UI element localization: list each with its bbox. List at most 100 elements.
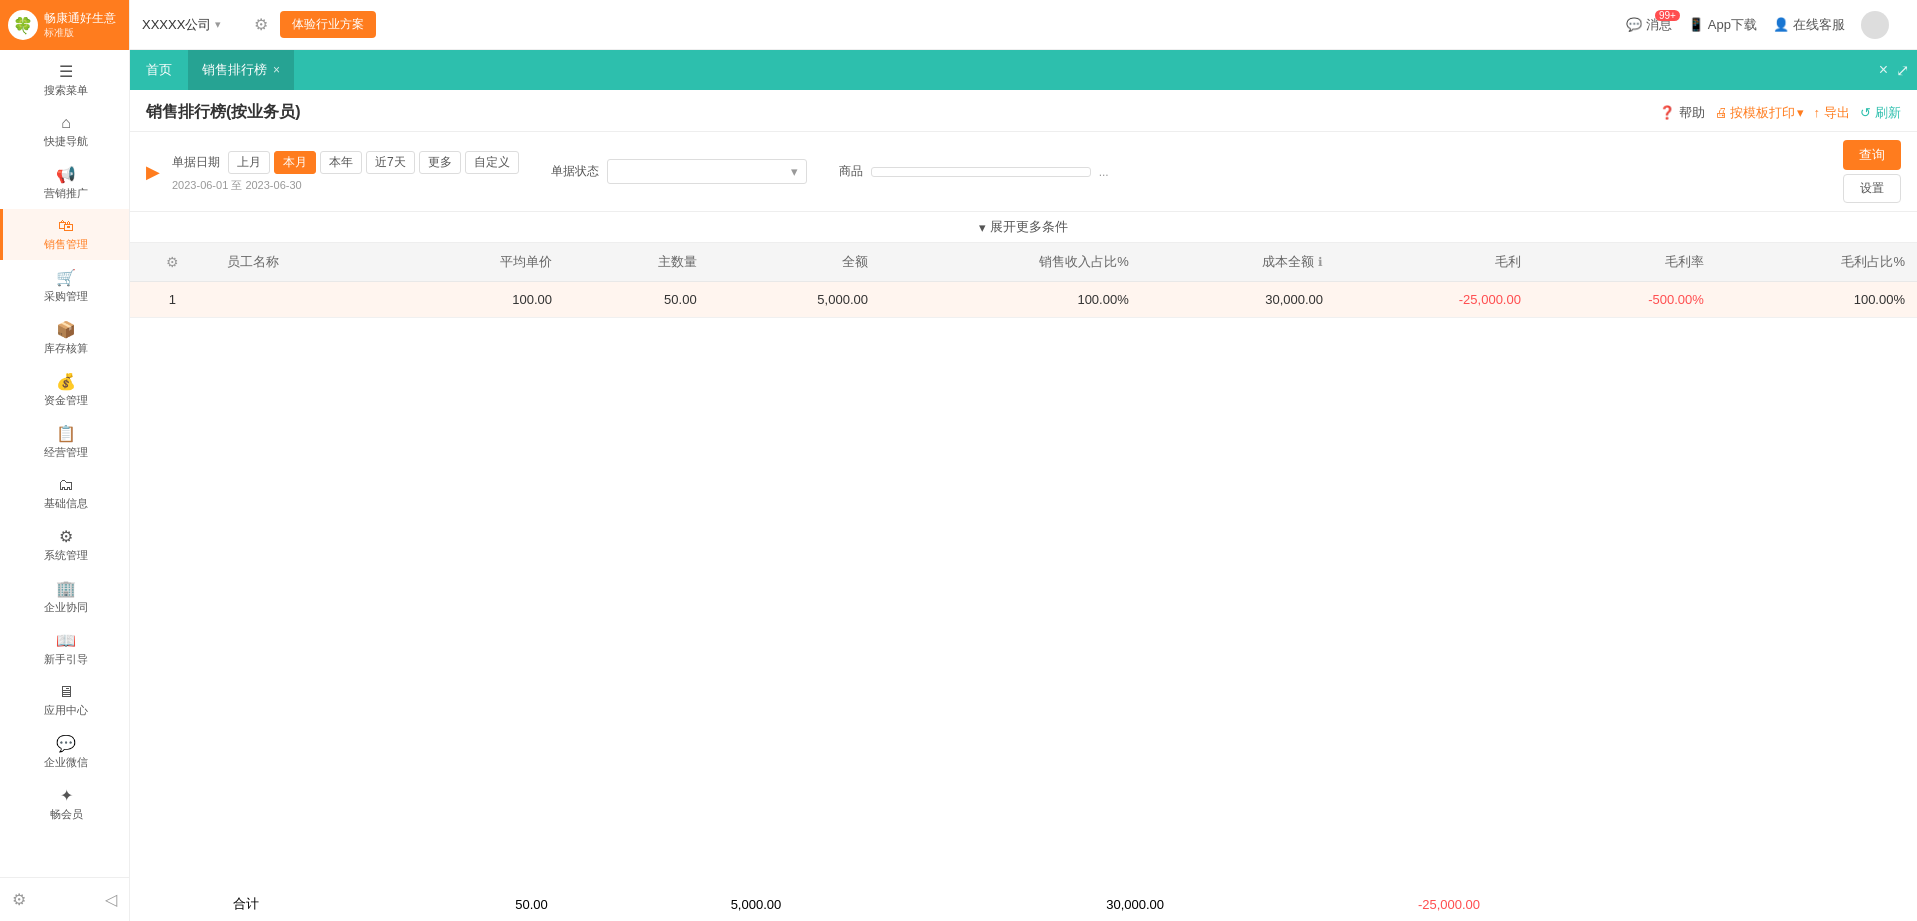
nav-icon-sales: 🛍 <box>58 217 74 235</box>
topbar-right: 💬 消息 99+ 📱 App下载 👤 在线客服 <box>1626 11 1905 39</box>
sidebar: 🍀 畅康通好生意 标准版 ☰ 搜索菜单 ⌂ 快捷导航 📢 营销推广 🛍 销售管理… <box>0 0 130 921</box>
table-scroll[interactable]: ⚙员工名称平均单价主数量全额销售收入占比%成本全额 ℹ毛利毛利率毛利占比% 11… <box>130 243 1917 887</box>
page-title: 销售排行榜(按业务员) <box>146 102 301 123</box>
sidebar-item-member[interactable]: ✦ 畅会员 <box>0 778 129 830</box>
sidebar-item-guide[interactable]: 📖 新手引导 <box>0 623 129 675</box>
export-label: 导出 <box>1824 104 1850 122</box>
col-name: 员工名称 <box>215 243 390 282</box>
sidebar-item-sales[interactable]: 🛍 销售管理 <box>0 209 129 260</box>
expand-more-button[interactable]: ▾ 展开更多条件 <box>979 218 1068 236</box>
nav-icon-guide: 📖 <box>56 631 76 650</box>
date-btn-3[interactable]: 近7天 <box>366 151 415 174</box>
company-selector[interactable]: XXXXX公司 ▾ <box>142 16 242 34</box>
page-actions: ❓ 帮助 🖨 按模板打印 ▾ ↑ 导出 ↺ 刷新 <box>1659 104 1902 122</box>
content-area: 销售排行榜(按业务员) ❓ 帮助 🖨 按模板打印 ▾ ↑ 导出 ↺ 刷新 <box>130 90 1917 921</box>
sidebar-item-enterprise[interactable]: 🏢 企业协同 <box>0 571 129 623</box>
date-range: 2023-06-01 至 2023-06-30 <box>172 178 519 193</box>
refresh-button[interactable]: ↺ 刷新 <box>1860 104 1901 122</box>
sidebar-item-marketing[interactable]: 📢 营销推广 <box>0 157 129 209</box>
arrow-icon: ▶ <box>146 161 160 183</box>
sidebar-item-finance[interactable]: 💰 资金管理 <box>0 364 129 416</box>
nav-label-enterprise: 企业协同 <box>44 600 88 615</box>
service-icon: 👤 <box>1773 17 1789 32</box>
cell-sales-pct: 100.00% <box>880 282 1141 318</box>
cell-avg-price: 100.00 <box>389 282 564 318</box>
date-label: 单据日期 <box>172 154 220 171</box>
filter-bar: ▶ 单据日期 上月本月本年近7天更多自定义 2023-06-01 至 2023-… <box>130 132 1917 212</box>
sidebar-item-quick-nav[interactable]: ⌂ 快捷导航 <box>0 106 129 157</box>
nav-icon-search: ☰ <box>59 62 73 81</box>
sidebar-item-basic-info[interactable]: 🗂 基础信息 <box>0 468 129 519</box>
table-settings-icon[interactable]: ⚙ <box>166 254 179 270</box>
footer-cell-5 <box>1003 887 1094 921</box>
more-filters-button[interactable]: ... <box>1099 165 1109 179</box>
sidebar-item-purchase[interactable]: 🛒 采购管理 <box>0 260 129 312</box>
export-icon: ↑ <box>1814 105 1821 120</box>
expand-more-bar: ▾ 展开更多条件 <box>130 212 1917 243</box>
table-header-row: ⚙员工名称平均单价主数量全额销售收入占比%成本全额 ℹ毛利毛利率毛利占比% <box>130 243 1917 282</box>
nav-icon-basic-info: 🗂 <box>58 476 74 494</box>
template-chevron-icon: ▾ <box>1797 105 1804 120</box>
help-button[interactable]: ❓ 帮助 <box>1659 104 1705 122</box>
sidebar-item-search[interactable]: ☰ 搜索菜单 <box>0 54 129 106</box>
cell-name <box>215 282 390 318</box>
goods-filter: 商品 ... <box>839 163 1109 180</box>
footer-cell-7: -25,000.00 <box>1406 887 1734 921</box>
date-btn-5[interactable]: 自定义 <box>465 151 519 174</box>
date-btn-2[interactable]: 本年 <box>320 151 362 174</box>
date-btn-4[interactable]: 更多 <box>419 151 461 174</box>
sidebar-item-app-center[interactable]: 🖥 应用中心 <box>0 675 129 726</box>
filter-actions: 查询 设置 <box>1843 140 1901 203</box>
cell-main-qty: 50.00 <box>564 282 709 318</box>
sidebar-item-wechat[interactable]: 💬 企业微信 <box>0 726 129 778</box>
sidebar-bottom: ⚙ ◁ <box>0 877 129 921</box>
footer-cell-0 <box>130 887 221 921</box>
message-badge: 99+ <box>1655 10 1680 21</box>
settings-button[interactable]: 设置 <box>1843 174 1901 203</box>
tab-home[interactable]: 首页 <box>130 50 188 90</box>
nav-label-sales: 销售管理 <box>44 237 88 252</box>
goods-input[interactable] <box>871 167 1091 177</box>
nav-label-quick-nav: 快捷导航 <box>44 134 88 149</box>
logo-sub: 标准版 <box>44 26 116 39</box>
export-button[interactable]: ↑ 导出 <box>1814 104 1851 122</box>
tab-close-icon[interactable]: × <box>273 63 280 77</box>
cell-amount: 5,000.00 <box>709 282 880 318</box>
sidebar-nav: ☰ 搜索菜单 ⌂ 快捷导航 📢 营销推广 🛍 销售管理 🛒 采购管理 📦 库存核… <box>0 50 129 877</box>
message-button[interactable]: 💬 消息 99+ <box>1626 16 1672 34</box>
app-download-button[interactable]: 📱 App下载 <box>1688 16 1757 34</box>
tab-sales-ranking[interactable]: 销售排行榜 × <box>188 50 294 90</box>
sidebar-item-operations[interactable]: 📋 经营管理 <box>0 416 129 468</box>
date-btn-0[interactable]: 上月 <box>228 151 270 174</box>
nav-label-inventory: 库存核算 <box>44 341 88 356</box>
sidebar-item-inventory[interactable]: 📦 库存核算 <box>0 312 129 364</box>
cost-help-icon: ℹ <box>1318 255 1323 269</box>
footer-cell-3: 50.00 <box>503 887 718 921</box>
window-close-icon[interactable]: × <box>1879 61 1888 79</box>
date-btn-1[interactable]: 本月 <box>274 151 316 174</box>
avatar[interactable] <box>1861 11 1889 39</box>
nav-icon-finance: 💰 <box>56 372 76 391</box>
cell-rank: 1 <box>130 282 215 318</box>
settings-icon[interactable]: ⚙ <box>8 886 30 913</box>
window-restore-icon[interactable]: ⤢ <box>1896 61 1909 80</box>
trial-button[interactable]: 体验行业方案 <box>280 11 376 38</box>
refresh-icon: ↺ <box>1860 105 1871 120</box>
online-service-button[interactable]: 👤 在线客服 <box>1773 16 1845 34</box>
nav-icon-operations: 📋 <box>56 424 76 443</box>
cell-cost: 30,000.00 <box>1141 282 1335 318</box>
nav-label-wechat: 企业微信 <box>44 755 88 770</box>
sidebar-item-system[interactable]: ⚙ 系统管理 <box>0 519 129 571</box>
message-icon: 💬 <box>1626 17 1642 32</box>
tab-label: 销售排行榜 <box>202 61 267 79</box>
nav-label-marketing: 营销推广 <box>44 186 88 201</box>
template-print-button[interactable]: 🖨 按模板打印 ▾ <box>1715 104 1804 122</box>
collapse-icon[interactable]: ◁ <box>101 886 121 913</box>
nav-label-basic-info: 基础信息 <box>44 496 88 511</box>
query-button[interactable]: 查询 <box>1843 140 1901 170</box>
doc-status-arrow-icon: ▾ <box>791 164 798 179</box>
sidebar-logo: 🍀 畅康通好生意 标准版 <box>0 0 129 50</box>
doc-status-select[interactable]: ▾ <box>607 159 807 184</box>
data-table: ⚙员工名称平均单价主数量全额销售收入占比%成本全额 ℹ毛利毛利率毛利占比% 11… <box>130 243 1917 318</box>
gear-icon[interactable]: ⚙ <box>250 11 272 38</box>
